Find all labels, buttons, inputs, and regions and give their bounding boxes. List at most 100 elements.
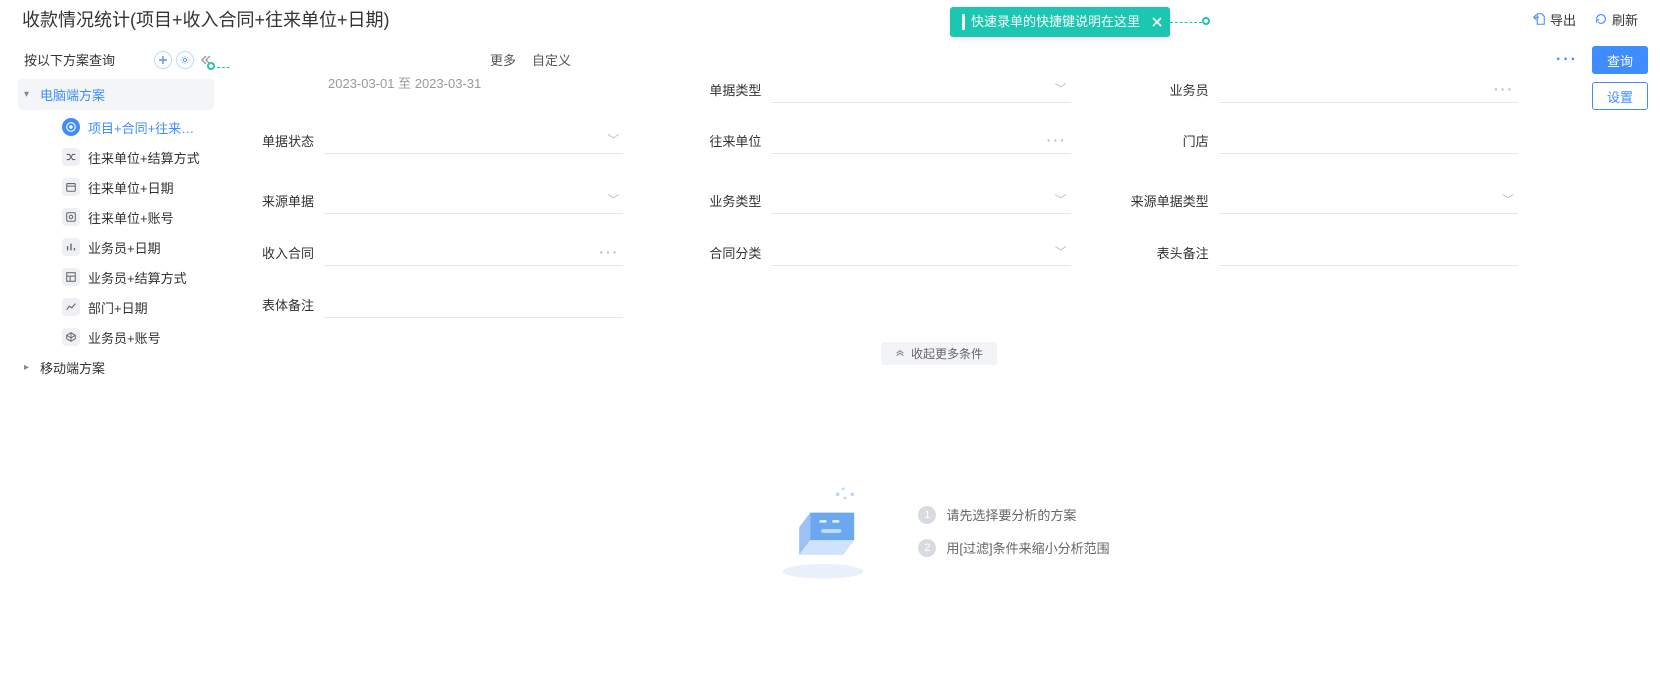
tip-connector-dot — [1202, 17, 1210, 25]
filter-input[interactable]: ﹀ — [771, 186, 1070, 214]
filter-label: 单据状态 — [236, 131, 324, 150]
bars-icon — [62, 238, 80, 256]
filter-label: 业务员 — [1131, 80, 1219, 99]
layout-icon — [62, 268, 80, 286]
page-header: 收款情况统计(项目+收入合同+往来单位+日期) 导出 刷新 — [0, 0, 1660, 38]
filter-input[interactable]: ﹀ — [771, 75, 1070, 103]
collapse-sidebar-button[interactable] — [198, 51, 214, 69]
sidebar-title: 按以下方案查询 — [24, 50, 115, 69]
filter-label: 门店 — [1131, 131, 1219, 150]
tip-shortcut-text: 快速录单的快捷键说明在这里 — [971, 7, 1140, 37]
filter-input[interactable]: ﹀ — [1219, 186, 1518, 214]
tree-group-mobile[interactable]: ▸ 移动端方案 — [18, 352, 214, 383]
filter-label: 来源单据类型 — [1131, 191, 1219, 210]
empty-state: 1 请先选择要分析的方案 2 用[过滤]条件来缩小分析范围 — [230, 375, 1648, 687]
tip-shortcut-close[interactable] — [1152, 17, 1162, 27]
filter-source-doc-type: 来源单据类型 ﹀ — [1131, 186, 1518, 214]
more-icon: ··· — [1494, 81, 1514, 97]
tree-item-label: 业务员+账号 — [88, 328, 161, 347]
tree-item[interactable]: 往来单位+结算方式 — [18, 142, 214, 172]
refresh-icon — [1594, 12, 1608, 26]
filter-grid: 单据类型 ﹀ 业务员 ··· 单据状态 ﹀ 往来单位 ··· 门店 — [230, 106, 1648, 338]
empty-illustration-icon — [768, 476, 878, 586]
filter-input[interactable]: ··· — [771, 126, 1070, 154]
chevron-down-icon: ﹀ — [1055, 243, 1067, 260]
content-panel: ··· 查询 设置 更多 自定义 2023-03-01 至 2023-03-31 — [230, 44, 1648, 687]
filter-label: 往来单位 — [683, 131, 771, 150]
step-number-badge: 1 — [918, 506, 936, 524]
filter-area: 更多 自定义 2023-03-01 至 2023-03-31 单据类型 ﹀ 业务… — [230, 44, 1648, 375]
filter-label: 表体备注 — [236, 295, 324, 314]
caret-right-icon: ▸ — [24, 362, 34, 373]
filter-input[interactable]: ﹀ — [324, 186, 623, 214]
filter-input[interactable] — [324, 290, 623, 318]
step-text: 用[过滤]条件来缩小分析范围 — [946, 538, 1109, 557]
filter-input[interactable]: ﹀ — [324, 126, 623, 154]
chevron-down-icon: ﹀ — [607, 191, 619, 208]
export-button[interactable]: 导出 — [1532, 10, 1576, 29]
filter-source-doc: 来源单据 ﹀ — [236, 186, 623, 214]
add-scheme-button[interactable] — [154, 51, 172, 69]
caret-down-icon: ▾ — [24, 89, 34, 100]
collapse-filters-button[interactable]: 收起更多条件 — [881, 342, 997, 365]
more-actions-button[interactable]: ··· — [1556, 51, 1582, 69]
tree-item[interactable]: 部门+日期 — [18, 292, 214, 322]
more-icon: ··· — [599, 244, 619, 260]
scheme-sidebar: 按以下方案查询 ▾ 电脑端方案 — [12, 44, 220, 687]
tree-item[interactable]: 业务员+日期 — [18, 232, 214, 262]
settings-button[interactable]: 设置 — [1592, 82, 1648, 110]
tree-item[interactable]: 往来单位+账号 — [18, 202, 214, 232]
filter-partner: 往来单位 ··· — [683, 118, 1070, 162]
filter-head-remark: 表头备注 — [1131, 238, 1518, 266]
filter-input[interactable] — [1219, 238, 1518, 266]
main-area: 按以下方案查询 ▾ 电脑端方案 — [0, 38, 1660, 687]
collapse-label: 收起更多条件 — [911, 345, 983, 362]
step-text: 请先选择要分析的方案 — [946, 505, 1076, 524]
tree-item-label: 业务员+日期 — [88, 238, 161, 257]
filter-label: 收入合同 — [236, 243, 324, 262]
filter-label: 合同分类 — [683, 243, 771, 262]
chevron-up-double-icon — [895, 349, 905, 359]
tab-more[interactable]: 更多 — [490, 50, 516, 69]
sidebar-tools — [154, 51, 214, 69]
tree-item[interactable]: 往来单位+日期 — [18, 172, 214, 202]
refresh-label: 刷新 — [1612, 10, 1638, 29]
query-button[interactable]: 查询 — [1592, 46, 1648, 74]
scheme-settings-button[interactable] — [176, 51, 194, 69]
calendar-icon — [62, 178, 80, 196]
filter-body-remark: 表体备注 — [236, 290, 623, 318]
filter-input[interactable]: ··· — [324, 238, 623, 266]
tip-bar-icon — [962, 14, 965, 30]
scheme-tree: ▾ 电脑端方案 项目+合同+往来单位... 往来单位+结算方式 往来单位+日 — [12, 75, 220, 383]
filter-label: 表头备注 — [1131, 243, 1219, 262]
header-actions: 导出 刷新 — [1532, 10, 1638, 29]
chevron-down-icon: ﹀ — [1055, 191, 1067, 208]
filter-biz-type: 业务类型 ﹀ — [683, 186, 1070, 214]
sidebar-header: 按以下方案查询 — [12, 44, 220, 75]
chevron-down-icon: ﹀ — [607, 131, 619, 148]
trend-icon — [62, 298, 80, 316]
date-range-value: 2023-03-01 至 2023-03-31 — [328, 76, 481, 91]
filter-input[interactable] — [1219, 126, 1518, 154]
more-icon: ··· — [1047, 132, 1067, 148]
filter-label: 单据类型 — [683, 80, 771, 99]
tree-item[interactable]: 业务员+结算方式 — [18, 262, 214, 292]
page-title: 收款情况统计(项目+收入合同+往来单位+日期) — [22, 6, 390, 32]
empty-step-1: 1 请先选择要分析的方案 — [918, 505, 1109, 524]
tree-item[interactable]: 业务员+账号 — [18, 322, 214, 352]
refresh-button[interactable]: 刷新 — [1594, 10, 1638, 29]
export-icon — [1532, 12, 1546, 26]
tip-connector-line — [1170, 22, 1202, 23]
tree-item-label: 往来单位+账号 — [88, 208, 174, 227]
filter-input[interactable]: ··· — [1219, 75, 1518, 103]
tree-item-label: 项目+合同+往来单位... — [88, 118, 206, 137]
filter-input[interactable]: ﹀ — [771, 238, 1070, 266]
cube-icon — [62, 328, 80, 346]
shuffle-icon — [62, 148, 80, 166]
tab-custom[interactable]: 自定义 — [532, 50, 571, 69]
filter-label: 来源单据 — [236, 191, 324, 210]
filter-label: 业务类型 — [683, 191, 771, 210]
tree-item[interactable]: 项目+合同+往来单位... — [18, 112, 214, 142]
tree-item-label: 往来单位+日期 — [88, 178, 174, 197]
tree-group-desktop[interactable]: ▾ 电脑端方案 — [18, 79, 214, 110]
